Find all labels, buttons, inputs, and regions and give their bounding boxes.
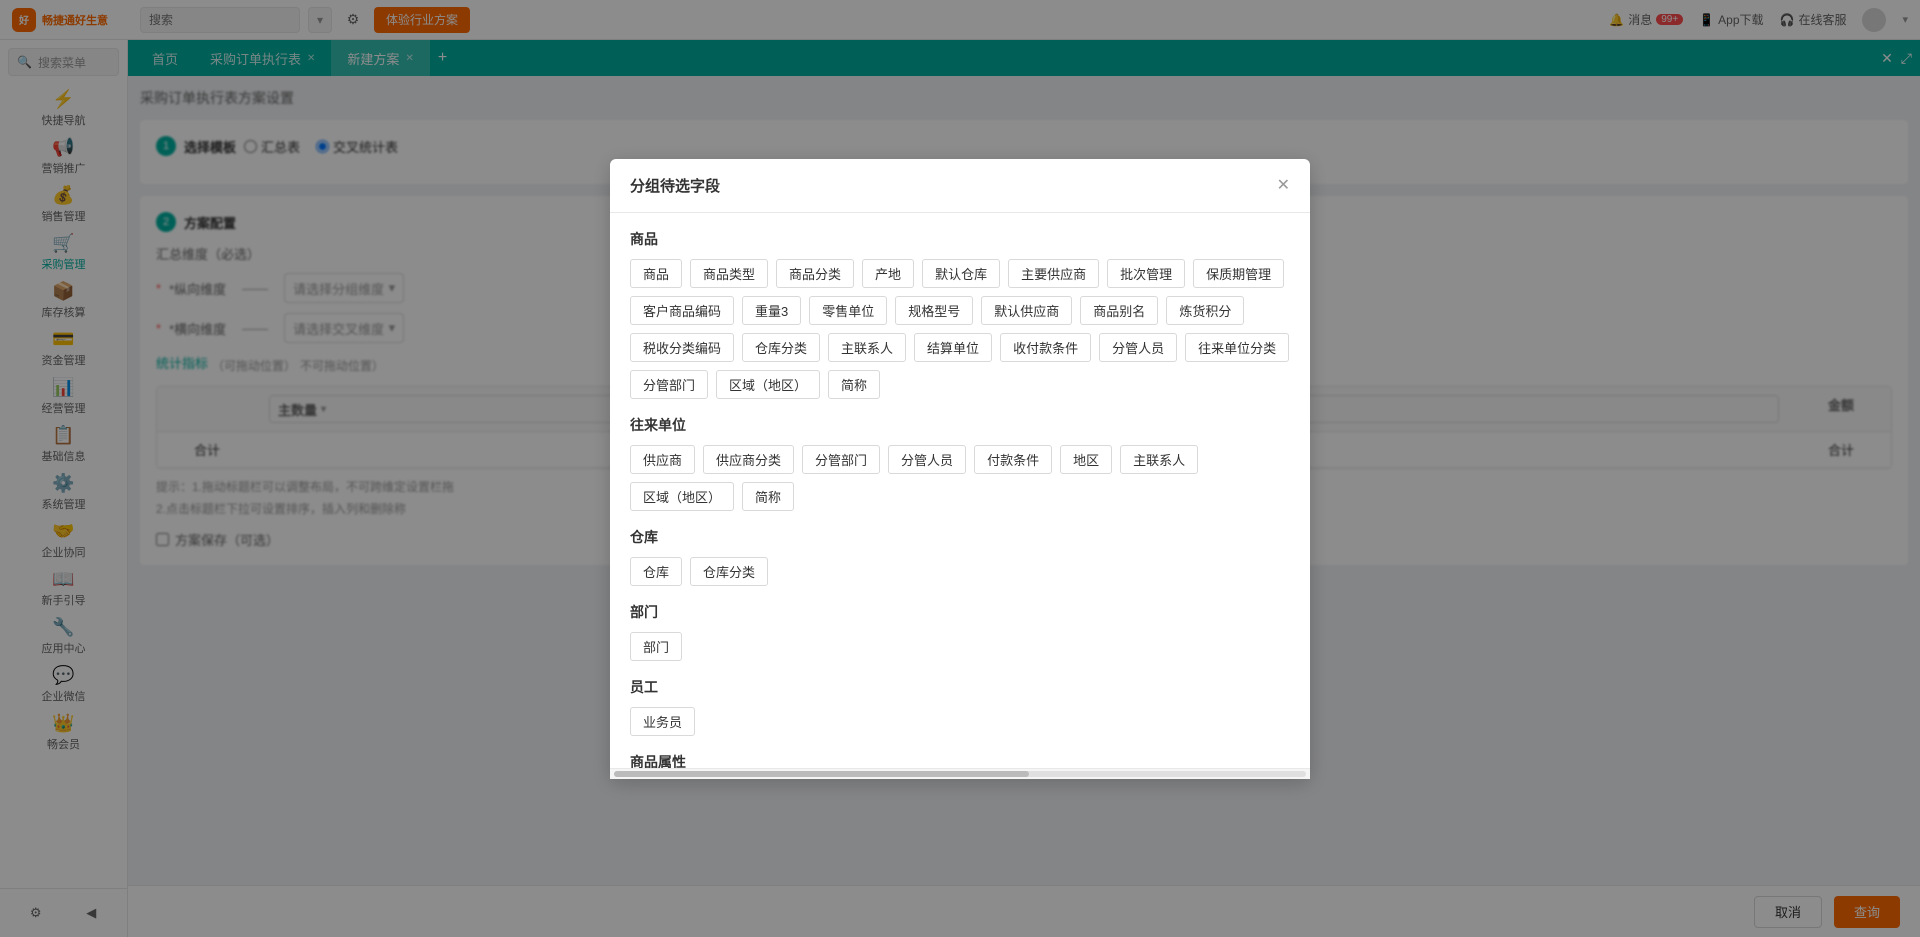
field-tag-short-name[interactable]: 简称 <box>828 370 880 399</box>
field-tag-salesperson[interactable]: 业务员 <box>630 707 695 736</box>
modal-header: 分组待选字段 ✕ <box>610 159 1310 213</box>
modal-overlay: 分组待选字段 ✕ 商品 商品 商品类型 商品分类 产地 默认仓库 主要供应商 批… <box>0 0 1920 937</box>
field-tag-main-contact[interactable]: 主联系人 <box>828 333 906 362</box>
field-tag-warehouse-category[interactable]: 仓库分类 <box>742 333 820 362</box>
scroll-track <box>614 771 1306 777</box>
field-tag-origin[interactable]: 产地 <box>862 259 914 288</box>
field-tag-batch-mgmt[interactable]: 批次管理 <box>1107 259 1185 288</box>
employee-field-tags: 业务员 <box>630 707 1290 736</box>
field-tag-partner-dept[interactable]: 分管部门 <box>802 445 880 474</box>
section-employee-title: 员工 <box>630 677 1290 697</box>
field-tag-spec-model[interactable]: 规格型号 <box>895 296 973 325</box>
section-employee: 员工 业务员 <box>630 677 1290 736</box>
field-select-modal: 分组待选字段 ✕ 商品 商品 商品类型 商品分类 产地 默认仓库 主要供应商 批… <box>610 159 1310 779</box>
field-tag-partner-short[interactable]: 简称 <box>742 482 794 511</box>
field-tag-weight3[interactable]: 重量3 <box>742 296 801 325</box>
field-tag-dept[interactable]: 分管部门 <box>630 370 708 399</box>
field-tag-product-category[interactable]: 商品分类 <box>776 259 854 288</box>
field-tag-refine-points[interactable]: 炼货积分 <box>1166 296 1244 325</box>
field-tag-tax-code[interactable]: 税收分类编码 <box>630 333 734 362</box>
section-warehouse: 仓库 仓库 仓库分类 <box>630 527 1290 586</box>
warehouse-field-tags: 仓库 仓库分类 <box>630 557 1290 586</box>
field-tag-partner-supervisor[interactable]: 分管人员 <box>888 445 966 474</box>
section-product-title: 商品 <box>630 229 1290 249</box>
field-tag-retail-unit[interactable]: 零售单位 <box>809 296 887 325</box>
field-tag-region[interactable]: 区域（地区） <box>716 370 820 399</box>
modal-close-btn[interactable]: ✕ <box>1277 175 1290 195</box>
field-tag-product[interactable]: 商品 <box>630 259 682 288</box>
field-tag-main-supplier[interactable]: 主要供应商 <box>1008 259 1099 288</box>
field-tag-partner-category[interactable]: 往来单位分类 <box>1185 333 1289 362</box>
field-tag-department[interactable]: 部门 <box>630 632 682 661</box>
modal-body: 商品 商品 商品类型 商品分类 产地 默认仓库 主要供应商 批次管理 保质期管理… <box>610 213 1310 769</box>
modal-horizontal-scrollbar[interactable] <box>610 768 1310 778</box>
section-partner: 往来单位 供应商 供应商分类 分管部门 分管人员 付款条件 地区 主联系人 区域… <box>630 415 1290 511</box>
field-tag-warehouse[interactable]: 仓库 <box>630 557 682 586</box>
product-field-tags: 商品 商品类型 商品分类 产地 默认仓库 主要供应商 批次管理 保质期管理 客户… <box>630 259 1290 399</box>
section-product: 商品 商品 商品类型 商品分类 产地 默认仓库 主要供应商 批次管理 保质期管理… <box>630 229 1290 399</box>
section-product-attr-title: 商品属性 <box>630 752 1290 769</box>
field-tag-settlement-unit[interactable]: 结算单位 <box>914 333 992 362</box>
field-tag-partner-area[interactable]: 地区 <box>1060 445 1112 474</box>
field-tag-payment-terms[interactable]: 收付款条件 <box>1000 333 1091 362</box>
field-tag-quality-mgmt[interactable]: 保质期管理 <box>1193 259 1284 288</box>
section-dept: 部门 部门 <box>630 602 1290 661</box>
section-partner-title: 往来单位 <box>630 415 1290 435</box>
field-tag-default-warehouse[interactable]: 默认仓库 <box>922 259 1000 288</box>
section-product-attr: 商品属性 属性 颜色 多规格 尺码 鞋码 1 <box>630 752 1290 769</box>
field-tag-supervisor[interactable]: 分管人员 <box>1099 333 1177 362</box>
field-tag-warehouse-cat[interactable]: 仓库分类 <box>690 557 768 586</box>
section-dept-title: 部门 <box>630 602 1290 622</box>
field-tag-product-alias[interactable]: 商品别名 <box>1080 296 1158 325</box>
field-tag-default-supplier[interactable]: 默认供应商 <box>981 296 1072 325</box>
dept-field-tags: 部门 <box>630 632 1290 661</box>
scroll-thumb <box>614 771 1029 777</box>
field-tag-partner-contact[interactable]: 主联系人 <box>1120 445 1198 474</box>
modal-title: 分组待选字段 <box>630 175 720 196</box>
field-tag-customer-code[interactable]: 客户商品编码 <box>630 296 734 325</box>
field-tag-product-type[interactable]: 商品类型 <box>690 259 768 288</box>
field-tag-supplier-category[interactable]: 供应商分类 <box>703 445 794 474</box>
section-warehouse-title: 仓库 <box>630 527 1290 547</box>
field-tag-partner-payment[interactable]: 付款条件 <box>974 445 1052 474</box>
field-tag-partner-region[interactable]: 区域（地区） <box>630 482 734 511</box>
partner-field-tags: 供应商 供应商分类 分管部门 分管人员 付款条件 地区 主联系人 区域（地区） … <box>630 445 1290 511</box>
field-tag-supplier[interactable]: 供应商 <box>630 445 695 474</box>
